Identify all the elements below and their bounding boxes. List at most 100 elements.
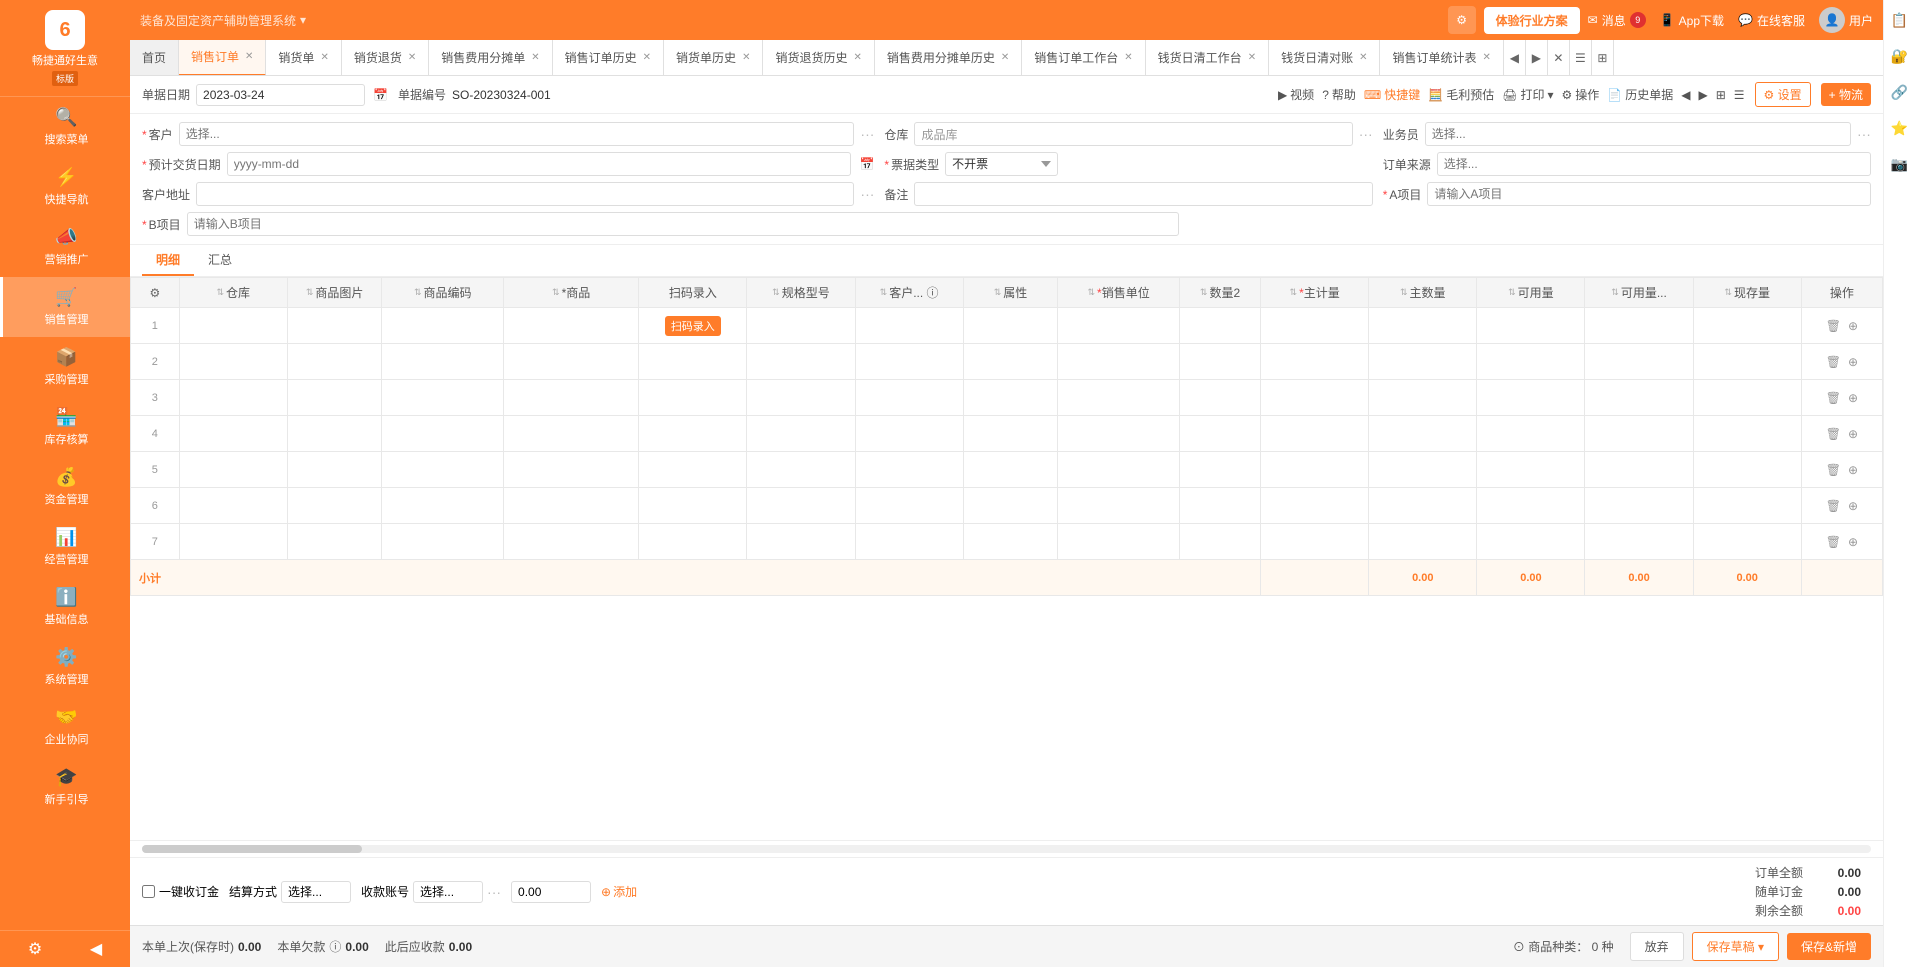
row-customer-code-2[interactable] <box>855 344 963 380</box>
profit-btn[interactable]: 🧮 毛利预估 <box>1428 86 1494 103</box>
sidebar-item-inventory[interactable]: 🏪 库存核算 <box>0 397 130 457</box>
sidebar-item-quick[interactable]: ⚡ 快捷导航 <box>0 157 130 217</box>
a-project-input[interactable] <box>1427 182 1871 206</box>
sort-unit-icon[interactable]: ⇅ <box>1088 287 1096 298</box>
tab-sales-fee-close[interactable]: ✕ <box>531 52 539 63</box>
tab-sales-return-history[interactable]: 销货退货历史 ✕ <box>763 40 874 76</box>
address-input[interactable] <box>196 182 854 206</box>
scan-btn-1[interactable]: 扫码录入 <box>665 316 721 336</box>
add-button[interactable]: ⊕ 添加 <box>601 883 637 900</box>
user-avatar-btn[interactable]: 👤 用户 <box>1819 7 1873 33</box>
list-view-btn[interactable]: ☰ <box>1734 88 1745 102</box>
row-stock-2[interactable] <box>1693 344 1801 380</box>
sidebar-settings-btn[interactable]: ⚙ <box>28 939 42 959</box>
discard-button[interactable]: 放弃 <box>1630 932 1684 961</box>
invoice-select[interactable]: 不开票 增值税专用发票 增值税普通发票 <box>945 152 1058 176</box>
row-unit-1[interactable] <box>1058 308 1180 344</box>
sidebar-item-basic[interactable]: ℹ️ 基础信息 <box>0 577 130 637</box>
calendar-icon[interactable]: 📅 <box>373 88 388 102</box>
copy-row-7-btn[interactable]: ⊕ <box>1848 535 1858 549</box>
right-panel-btn-2[interactable]: 🔐 <box>1888 44 1912 68</box>
tab-sales-order[interactable]: 销售订单 ✕ <box>179 40 266 76</box>
tab-nav-prev[interactable]: ◀ <box>1504 40 1526 76</box>
row-goods-1[interactable] <box>504 308 639 344</box>
tab-daily-workbench-close[interactable]: ✕ <box>1248 52 1256 63</box>
row-code-2[interactable] <box>382 344 504 380</box>
sidebar-item-sales[interactable]: 🛒 销售管理 <box>0 277 130 337</box>
settings-icon[interactable]: ⚙ <box>149 286 160 300</box>
row-unit-2[interactable] <box>1058 344 1180 380</box>
sort-attr-icon[interactable]: ⇅ <box>994 287 1002 298</box>
tab-nav-expand[interactable]: ⊞ <box>1592 40 1614 76</box>
customer-more-icon[interactable]: ··· <box>860 126 874 142</box>
delete-row-1-btn[interactable]: 🗑 <box>1826 319 1841 333</box>
row-avail2-1[interactable] <box>1585 308 1693 344</box>
sort-main-unit-icon[interactable]: ⇅ <box>1290 287 1298 298</box>
horizontal-scrollthumb[interactable] <box>142 845 362 853</box>
tab-sales-bill-close[interactable]: ✕ <box>320 52 328 63</box>
copy-row-4-btn[interactable]: ⊕ <box>1848 427 1858 441</box>
row-avail2-2[interactable] <box>1585 344 1693 380</box>
tab-nav-next[interactable]: ▶ <box>1526 40 1548 76</box>
tab-sales-fee-history[interactable]: 销售费用分摊单历史 ✕ <box>875 40 1022 76</box>
tab-sales-return[interactable]: 销货退货 ✕ <box>342 40 429 76</box>
sort-goods-icon[interactable]: ⇅ <box>552 287 560 298</box>
row-avail-2[interactable] <box>1477 344 1585 380</box>
tab-daily-reconcile[interactable]: 钱货日清对账 ✕ <box>1269 40 1380 76</box>
sidebar-item-search[interactable]: 🔍 搜索菜单 <box>0 97 130 157</box>
tab-daily-workbench[interactable]: 钱货日清工作台 ✕ <box>1146 40 1269 76</box>
sort-warehouse-icon[interactable]: ⇅ <box>216 287 224 298</box>
tab-sales-order-history-close[interactable]: ✕ <box>643 52 651 63</box>
delete-row-5-btn[interactable]: 🗑 <box>1826 463 1841 477</box>
preview-btn[interactable]: ▶ 视频 <box>1278 86 1314 103</box>
b-project-input[interactable] <box>187 212 1180 236</box>
tab-nav-close-all[interactable]: ✕ <box>1548 40 1570 76</box>
add-col-button[interactable]: + 物流 <box>1821 83 1871 106</box>
sidebar-item-collab[interactable]: 🤝 企业协同 <box>0 697 130 757</box>
sort-customer-code-icon[interactable]: ⇅ <box>880 287 888 298</box>
solution-button[interactable]: 体验行业方案 <box>1484 7 1580 34</box>
row-attr-2[interactable] <box>963 344 1058 380</box>
tab-sales-return-history-close[interactable]: ✕ <box>853 52 861 63</box>
system-dropdown-icon[interactable]: ▾ <box>300 13 306 27</box>
help-btn[interactable]: ? 帮助 <box>1322 86 1356 103</box>
right-panel-btn-5[interactable]: 📷 <box>1888 152 1912 176</box>
row-qty2-1[interactable] <box>1179 308 1260 344</box>
sidebar-item-finance[interactable]: 💰 资金管理 <box>0 457 130 517</box>
row-main-unit-2[interactable] <box>1261 344 1369 380</box>
save-draft-dropdown-icon[interactable]: ▾ <box>1758 940 1764 954</box>
app-download-btn[interactable]: 📱 App下载 <box>1660 12 1724 29</box>
row-main-qty-1[interactable] <box>1369 308 1477 344</box>
right-panel-btn-3[interactable]: 🔗 <box>1888 80 1912 104</box>
sort-stock-icon[interactable]: ⇅ <box>1724 287 1732 298</box>
tab-sales-fee-history-close[interactable]: ✕ <box>1001 52 1009 63</box>
sidebar-item-operations[interactable]: 📊 经营管理 <box>0 517 130 577</box>
tab-sales-return-close[interactable]: ✕ <box>408 52 416 63</box>
row-stock-1[interactable] <box>1693 308 1801 344</box>
sort-code-icon[interactable]: ⇅ <box>414 287 422 298</box>
date-input[interactable] <box>196 84 365 106</box>
sort-main-qty-icon[interactable]: ⇅ <box>1400 287 1408 298</box>
sidebar-collapse-btn[interactable]: ◀ <box>90 939 102 959</box>
tab-daily-reconcile-close[interactable]: ✕ <box>1359 52 1367 63</box>
row-attr-1[interactable] <box>963 308 1058 344</box>
row-spec-2[interactable] <box>747 344 855 380</box>
row-warehouse-2[interactable] <box>179 344 287 380</box>
delete-row-2-btn[interactable]: 🗑 <box>1826 355 1841 369</box>
row-spec-1[interactable] <box>747 308 855 344</box>
prev-record-btn[interactable]: ◀ <box>1681 88 1690 102</box>
sidebar-item-system[interactable]: ⚙️ 系统管理 <box>0 637 130 697</box>
tab-sales-bill-history-close[interactable]: ✕ <box>742 52 750 63</box>
row-goods-2[interactable] <box>504 344 639 380</box>
tab-nav-list[interactable]: ☰ <box>1570 40 1592 76</box>
row-main-qty-2[interactable] <box>1369 344 1477 380</box>
print-btn[interactable]: 🖨 打印 ▾ <box>1502 86 1553 103</box>
payment-method-select[interactable]: 选择... <box>281 881 351 903</box>
copy-row-6-btn[interactable]: ⊕ <box>1848 499 1858 513</box>
remark-input[interactable] <box>914 182 1372 206</box>
delete-row-6-btn[interactable]: 🗑 <box>1826 499 1841 513</box>
warehouse-more-icon[interactable]: ··· <box>1359 126 1373 142</box>
sort-image-icon[interactable]: ⇅ <box>306 287 314 298</box>
customer-input[interactable] <box>179 122 855 146</box>
sort-avail2-icon[interactable]: ⇅ <box>1611 287 1619 298</box>
